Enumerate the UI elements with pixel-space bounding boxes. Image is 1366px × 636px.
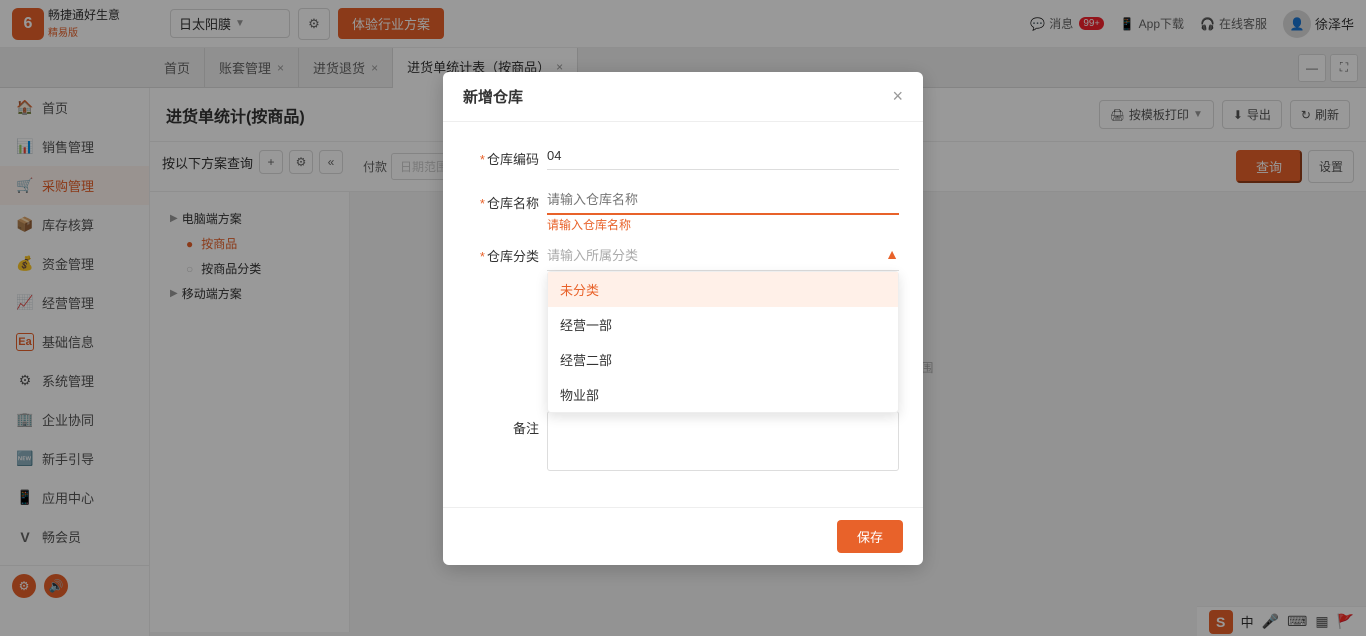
remark-label: 备注 [467,411,547,437]
dropdown-item-dept2[interactable]: 经营二部 [548,342,898,377]
name-input[interactable] [547,186,899,215]
name-error-tip: 请输入仓库名称 [547,216,631,233]
dropdown-item-dept3[interactable]: 物业部 [548,377,898,412]
category-select[interactable]: 请输入所属分类 ▲ [547,239,899,271]
code-input[interactable] [547,142,899,170]
modal-close-button[interactable]: × [892,87,903,105]
category-label: 仓库分类 [467,239,547,265]
remark-input[interactable] [547,411,899,471]
modal-footer: 保存 [443,507,923,565]
chevron-up-icon: ▲ [885,246,899,262]
name-row: 仓库名称 请输入仓库名称 [467,186,899,215]
modal-body: 仓库编码 仓库名称 请输入仓库名称 仓库分类 请输入所属分类 ▲ [443,122,923,507]
modal-title: 新增仓库 [463,86,523,107]
category-row: 仓库分类 请输入所属分类 ▲ 未分类 经营一部 经营二部 物业部 [467,239,899,271]
save-button[interactable]: 保存 [837,520,903,553]
name-label: 仓库名称 [467,186,547,212]
modal-overlay: 新增仓库 × 仓库编码 仓库名称 请输入仓库名称 仓库分类 [0,0,1366,636]
category-dropdown: 未分类 经营一部 经营二部 物业部 [547,271,899,413]
dropdown-item-dept1[interactable]: 经营一部 [548,307,898,342]
remark-row: 备注 [467,411,899,471]
code-label: 仓库编码 [467,142,547,168]
modal-header: 新增仓库 × [443,72,923,122]
code-row: 仓库编码 [467,142,899,170]
add-warehouse-modal: 新增仓库 × 仓库编码 仓库名称 请输入仓库名称 仓库分类 [443,72,923,565]
dropdown-item-unclassified[interactable]: 未分类 [548,272,898,307]
category-placeholder: 请输入所属分类 [547,245,885,264]
